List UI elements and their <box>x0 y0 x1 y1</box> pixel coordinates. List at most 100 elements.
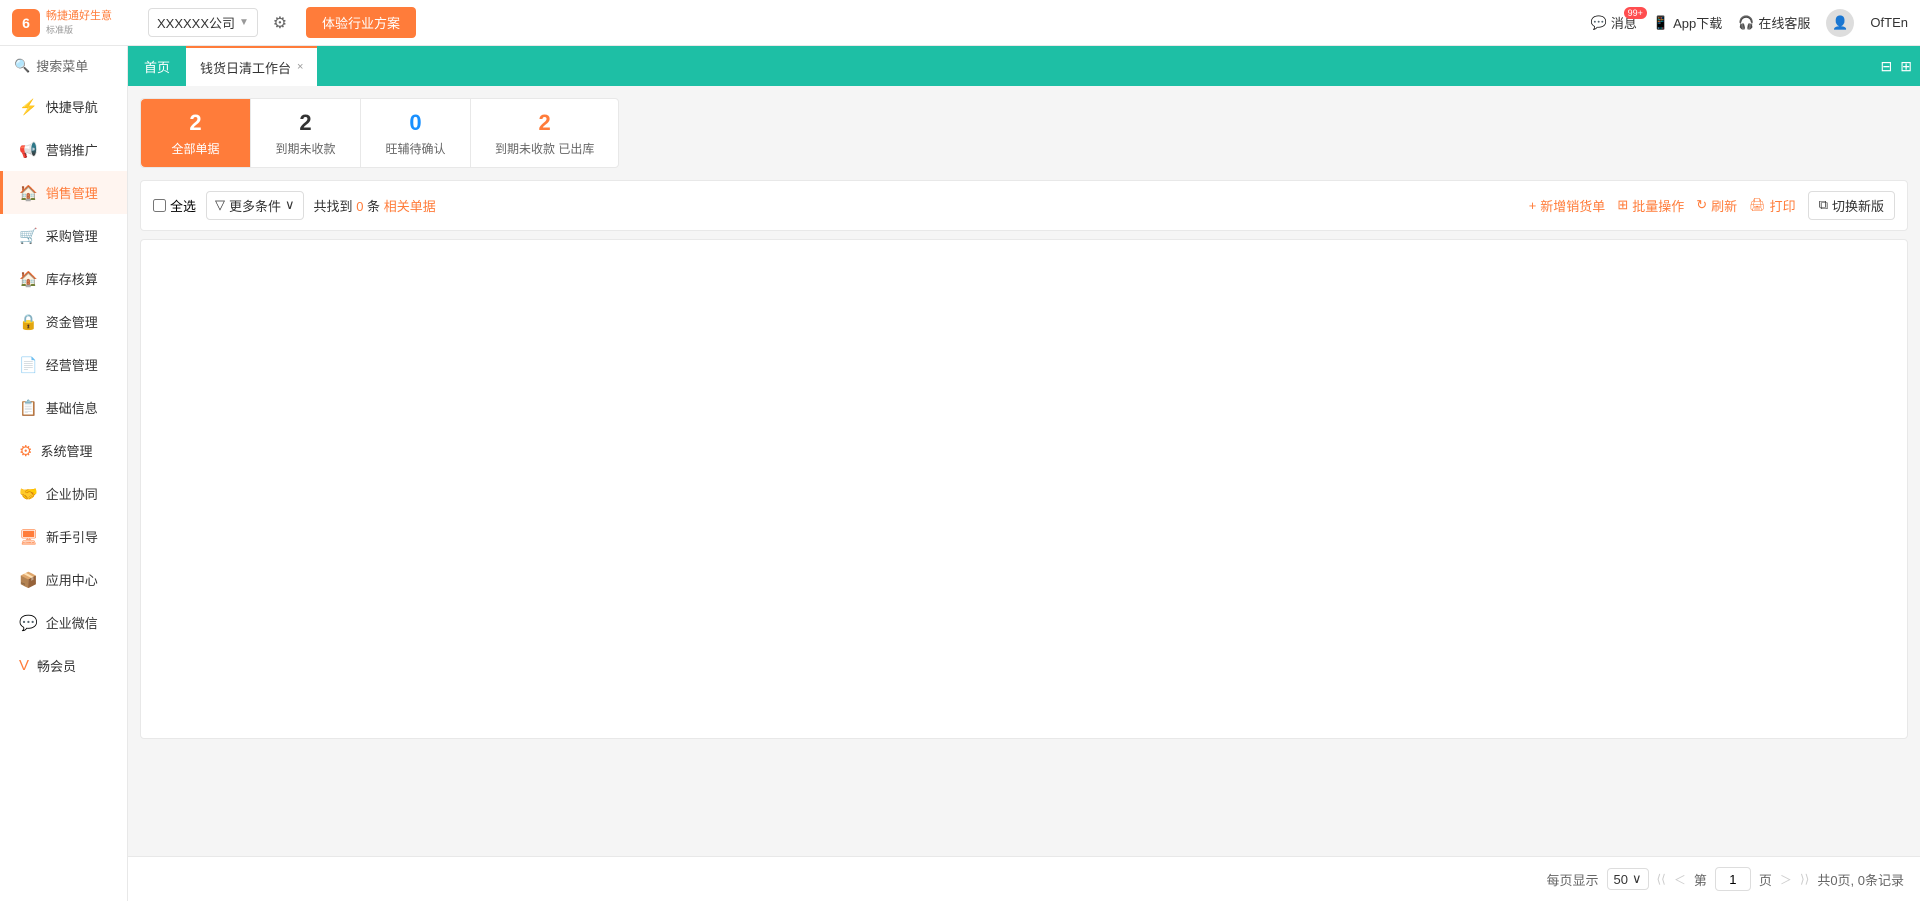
sidebar-item-operation[interactable]: 📄 经营管理 <box>0 343 127 386</box>
pagination-bar: 每页显示 50 ∨ ⟨⟨ ＜ 第 页 ＞ ⟩⟩ 共0页, 0条记录 <box>128 856 1920 901</box>
next-page-button[interactable]: ＞ <box>1780 871 1792 888</box>
company-selector[interactable]: XXXXXX公司 ▼ <box>148 8 258 37</box>
inventory-icon: 🏠 <box>19 270 38 288</box>
main-content: 2 全部单据 2 到期未收款 0 旺辅待确认 2 到期未收款 已出库 全选 <box>128 86 1920 901</box>
message-button[interactable]: 💬 消息 99+ <box>1591 13 1637 32</box>
sidebar-item-purchase[interactable]: 🛒 采购管理 <box>0 214 127 257</box>
app-center-icon: 📦 <box>19 571 38 589</box>
finance-icon: 🔒 <box>19 313 38 331</box>
found-text: 共找到 0 条 相关单据 <box>314 196 436 215</box>
sidebar-item-label: 企业协同 <box>46 484 98 503</box>
sidebar-item-label: 应用中心 <box>46 570 98 589</box>
refresh-button[interactable]: ↻ 刷新 <box>1696 196 1737 215</box>
card-label-pending: 旺辅待确认 <box>385 140 446 157</box>
add-label: 新增销货单 <box>1540 196 1605 215</box>
refresh-label: 刷新 <box>1711 196 1737 215</box>
last-page-button[interactable]: ⟩⟩ <box>1800 872 1809 886</box>
data-table <box>140 239 1908 739</box>
tab-expand-icon[interactable]: ⊞ <box>1900 58 1912 75</box>
tab-home[interactable]: 首页 <box>128 46 186 86</box>
sidebar-item-sales[interactable]: 🏠 销售管理 <box>0 171 127 214</box>
summary-card-shipped[interactable]: 2 到期未收款 已出库 <box>471 99 618 167</box>
print-button[interactable]: 🖨 打印 <box>1749 196 1796 215</box>
filter-arrow-icon: ∨ <box>285 197 295 213</box>
tab-close-icon[interactable]: × <box>297 61 303 73</box>
search-menu-label: 搜索菜单 <box>36 56 88 75</box>
logo-text: 畅捷通好生意 <box>46 9 112 23</box>
print-label: 打印 <box>1770 196 1796 215</box>
refresh-icon: ↻ <box>1696 197 1707 213</box>
page-size-label: 每页显示 <box>1547 870 1599 889</box>
sales-icon: 🏠 <box>19 184 38 202</box>
batch-operation-button[interactable]: ⊞ 批量操作 <box>1617 196 1684 215</box>
settings-button[interactable]: ⚙ <box>266 9 294 37</box>
sidebar-item-label: 资金管理 <box>46 312 98 331</box>
sidebar-item-label: 营销推广 <box>46 140 98 159</box>
app-label: App下载 <box>1673 13 1722 32</box>
logo-icon: 6 <box>12 9 40 37</box>
weixin-icon: 💬 <box>19 614 38 632</box>
summary-card-overdue[interactable]: 2 到期未收款 <box>251 99 361 167</box>
total-info: 共0页, 0条记录 <box>1817 870 1904 889</box>
card-number-pending: 0 <box>385 109 446 138</box>
sidebar-item-app-center[interactable]: 📦 应用中心 <box>0 558 127 601</box>
page-size-value: 50 <box>1614 872 1628 887</box>
add-sale-order-button[interactable]: + 新增销货单 <box>1529 196 1606 215</box>
page-suffix: 页 <box>1759 870 1772 889</box>
summary-card-all[interactable]: 2 全部单据 <box>141 99 251 167</box>
search-icon: 🔍 <box>14 58 30 74</box>
trial-button[interactable]: 体验行业方案 <box>306 7 416 38</box>
app-logo: 6 畅捷通好生意 标准版 <box>12 9 140 37</box>
filter-button[interactable]: ▽ 更多条件 ∨ <box>206 191 304 220</box>
username-label[interactable]: OfTEn <box>1870 15 1908 30</box>
sidebar-item-label: 畅会员 <box>37 656 76 675</box>
tab-bar-actions: ⊟ ⊞ <box>1881 58 1920 75</box>
app-download-button[interactable]: 📱 App下载 <box>1653 13 1722 32</box>
found-count: 0 <box>356 199 363 214</box>
sidebar-item-marketing[interactable]: 📢 营销推广 <box>0 128 127 171</box>
sidebar-item-label: 基础信息 <box>46 398 98 417</box>
sidebar-item-weixin[interactable]: 💬 企业微信 <box>0 601 127 644</box>
sidebar-item-label: 销售管理 <box>46 183 98 202</box>
page-label: 第 <box>1694 870 1707 889</box>
toolbar: 全选 ▽ 更多条件 ∨ 共找到 0 条 相关单据 + 新增销货单 <box>140 180 1908 231</box>
header-right-actions: 💬 消息 99+ 📱 App下载 🎧 在线客服 👤 OfTEn <box>1591 9 1908 37</box>
select-all-checkbox[interactable]: 全选 <box>153 196 196 215</box>
switch-new-version-button[interactable]: ⧉ 切换新版 <box>1808 191 1895 220</box>
tab-minimize-icon[interactable]: ⊟ <box>1881 58 1893 75</box>
sidebar-item-label: 采购管理 <box>46 226 98 245</box>
card-number-shipped: 2 <box>495 109 594 138</box>
summary-card-pending[interactable]: 0 旺辅待确认 <box>361 99 471 167</box>
marketing-icon: 📢 <box>19 141 38 159</box>
card-label-overdue: 到期未收款 <box>275 140 336 157</box>
batch-label: 批量操作 <box>1632 196 1684 215</box>
page-number-input[interactable] <box>1715 867 1751 891</box>
sidebar-item-cooperation[interactable]: 🤝 企业协同 <box>0 472 127 515</box>
user-avatar[interactable]: 👤 <box>1826 9 1854 37</box>
sidebar-item-label: 快捷导航 <box>46 97 98 116</box>
sidebar-item-guide[interactable]: 🖥 新手引导 <box>0 515 127 558</box>
sidebar-item-member[interactable]: V 畅会员 <box>0 644 127 687</box>
app-icon: 📱 <box>1653 15 1669 31</box>
first-page-button[interactable]: ⟨⟨ <box>1657 872 1666 886</box>
sidebar-item-label: 库存核算 <box>46 269 98 288</box>
online-service-button[interactable]: 🎧 在线客服 <box>1738 13 1810 32</box>
card-number-all: 2 <box>165 109 226 138</box>
select-all-input[interactable] <box>153 199 166 212</box>
sidebar-item-finance[interactable]: 🔒 资金管理 <box>0 300 127 343</box>
found-link[interactable]: 相关单据 <box>384 199 436 214</box>
sidebar-item-inventory[interactable]: 🏠 库存核算 <box>0 257 127 300</box>
tab-qianhuoriqing[interactable]: 钱货日清工作台 × <box>186 46 317 86</box>
service-label: 在线客服 <box>1758 13 1810 32</box>
search-menu-button[interactable]: 🔍 搜索菜单 <box>0 46 127 85</box>
page-size-selector[interactable]: 50 ∨ <box>1607 868 1649 890</box>
sidebar-item-base-info[interactable]: 📋 基础信息 <box>0 386 127 429</box>
summary-cards: 2 全部单据 2 到期未收款 0 旺辅待确认 2 到期未收款 已出库 <box>140 98 619 168</box>
page-size-arrow-icon: ∨ <box>1632 871 1642 887</box>
member-icon: V <box>19 657 29 674</box>
prev-page-button[interactable]: ＜ <box>1674 871 1686 888</box>
sidebar-item-quick-nav[interactable]: ⚡ 快捷导航 <box>0 85 127 128</box>
company-name: XXXXXX公司 <box>157 13 235 32</box>
sidebar-item-system[interactable]: ⚙ 系统管理 <box>0 429 127 472</box>
message-icon: 💬 <box>1591 15 1607 31</box>
